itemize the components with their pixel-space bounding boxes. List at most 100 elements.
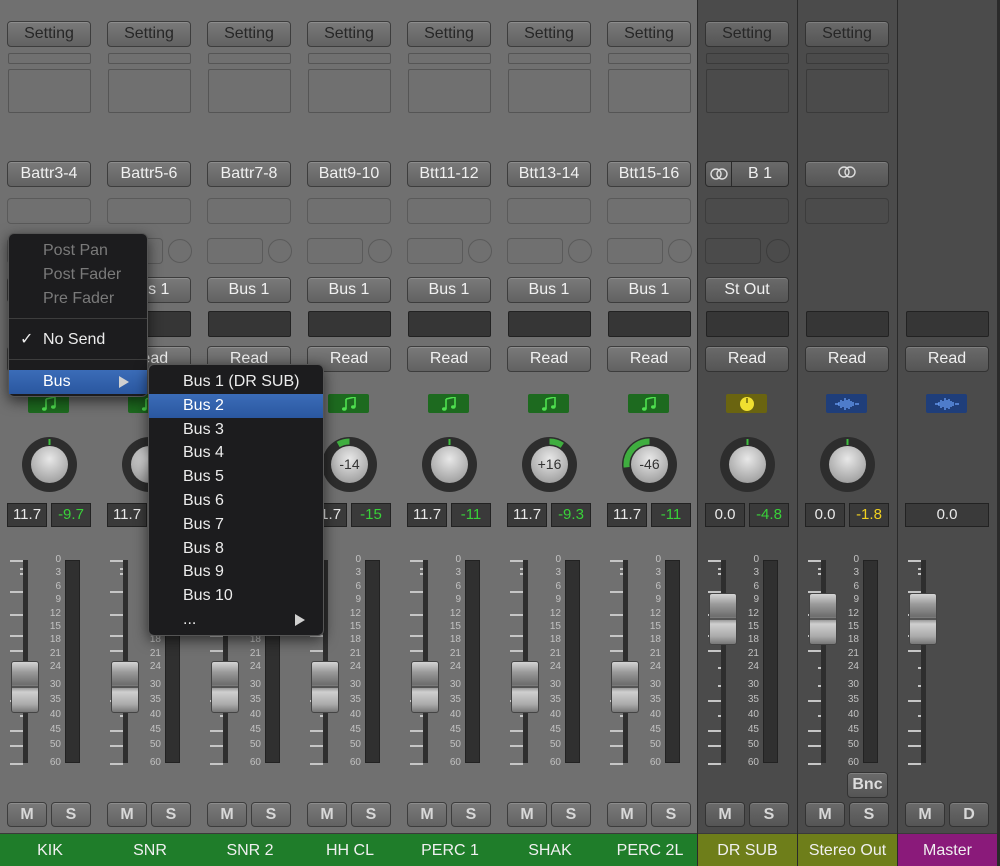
fader-track[interactable] xyxy=(921,560,926,763)
mute-button[interactable]: M xyxy=(107,802,147,827)
track-name[interactable]: SNR 2 xyxy=(200,834,300,866)
mute-button[interactable]: M xyxy=(705,802,745,827)
setting-button[interactable]: Setting xyxy=(107,21,191,47)
output-slot[interactable]: Bus 1 xyxy=(407,277,491,303)
eq-display[interactable] xyxy=(408,53,491,64)
eq-display[interactable] xyxy=(108,53,191,64)
group-slot[interactable] xyxy=(508,311,591,337)
music-note-icon[interactable] xyxy=(328,394,369,413)
track-name[interactable]: HH CL xyxy=(300,834,400,866)
volume-fader-handle[interactable] xyxy=(11,661,39,713)
pan-knob[interactable] xyxy=(820,437,875,492)
pan-knob[interactable]: -46 xyxy=(622,437,677,492)
waveform-icon[interactable] xyxy=(926,394,967,413)
group-slot[interactable] xyxy=(308,311,391,337)
track-name[interactable]: KIK xyxy=(0,834,100,866)
send-level-knob[interactable] xyxy=(168,239,192,263)
automation-mode-button[interactable]: Read xyxy=(407,346,491,372)
solo-button[interactable]: S xyxy=(451,802,491,827)
input-slot[interactable]: B 1 xyxy=(705,161,789,187)
mute-button[interactable]: M xyxy=(7,802,47,827)
volume-fader-handle[interactable] xyxy=(111,661,139,713)
volume-fader-handle[interactable] xyxy=(211,661,239,713)
mute-button[interactable]: M xyxy=(905,802,945,827)
menu-item-no-send[interactable]: ✓ No Send xyxy=(9,328,147,352)
solo-button[interactable]: S xyxy=(551,802,591,827)
input-slot[interactable]: Btt11-12 xyxy=(407,161,491,187)
solo-button[interactable]: S xyxy=(849,802,889,827)
eq-thumbnail[interactable] xyxy=(408,69,491,113)
send-level-knob[interactable] xyxy=(468,239,492,263)
mute-button[interactable]: M xyxy=(307,802,347,827)
solo-button[interactable]: S xyxy=(651,802,691,827)
mute-button[interactable]: M xyxy=(507,802,547,827)
fader-track[interactable] xyxy=(721,560,726,763)
dim-button[interactable]: D xyxy=(949,802,989,827)
eq-display[interactable] xyxy=(308,53,391,64)
group-slot[interactable] xyxy=(608,311,691,337)
setting-button[interactable]: Setting xyxy=(407,21,491,47)
bounce-button[interactable]: Bnc xyxy=(847,772,888,798)
automation-mode-button[interactable]: Read xyxy=(705,346,789,372)
volume-fader-handle[interactable] xyxy=(311,661,339,713)
eq-display[interactable] xyxy=(706,53,789,64)
send-level-knob[interactable] xyxy=(766,239,790,263)
pan-knob[interactable] xyxy=(22,437,77,492)
eq-thumbnail[interactable] xyxy=(706,69,789,113)
track-name[interactable]: Stereo Out xyxy=(798,834,897,866)
stereo-link-icon[interactable] xyxy=(706,162,732,186)
automation-mode-button[interactable]: Read xyxy=(607,346,691,372)
eq-display[interactable] xyxy=(806,53,889,64)
waveform-icon[interactable] xyxy=(826,394,867,413)
output-slot[interactable]: St Out xyxy=(705,277,789,303)
setting-button[interactable]: Setting xyxy=(805,21,889,47)
audio-fx-slot[interactable] xyxy=(107,198,191,224)
bus-menu-item[interactable]: Bus 5 xyxy=(149,465,323,489)
input-slot[interactable]: Btt15-16 xyxy=(607,161,691,187)
mute-button[interactable]: M xyxy=(207,802,247,827)
aux-knob-icon[interactable] xyxy=(726,394,767,413)
solo-button[interactable]: S xyxy=(749,802,789,827)
bus-menu-item[interactable]: Bus 8 xyxy=(149,537,323,561)
audio-fx-slot[interactable] xyxy=(507,198,591,224)
bus-menu-item[interactable]: Bus 6 xyxy=(149,489,323,513)
bus-menu-item[interactable]: Bus 7 xyxy=(149,513,323,537)
bus-menu-item[interactable]: Bus 3 xyxy=(149,418,323,442)
setting-button[interactable]: Setting xyxy=(7,21,91,47)
bus-menu-item[interactable]: Bus 9 xyxy=(149,560,323,584)
eq-thumbnail[interactable] xyxy=(108,69,191,113)
audio-fx-slot[interactable] xyxy=(607,198,691,224)
stereo-format-button[interactable] xyxy=(805,161,889,187)
track-name[interactable]: PERC 1 xyxy=(400,834,500,866)
output-slot[interactable]: Bus 1 xyxy=(507,277,591,303)
send-level-knob[interactable] xyxy=(368,239,392,263)
group-slot[interactable] xyxy=(906,311,989,337)
solo-button[interactable]: S xyxy=(351,802,391,827)
input-slot[interactable]: Battr3-4 xyxy=(7,161,91,187)
audio-fx-slot[interactable] xyxy=(307,198,391,224)
bus-menu-item[interactable]: Bus 2 xyxy=(149,393,323,418)
audio-fx-slot[interactable] xyxy=(207,198,291,224)
eq-display[interactable] xyxy=(608,53,691,64)
eq-thumbnail[interactable] xyxy=(608,69,691,113)
solo-button[interactable]: S xyxy=(251,802,291,827)
mute-button[interactable]: M xyxy=(607,802,647,827)
solo-button[interactable]: S xyxy=(51,802,91,827)
input-slot[interactable]: Btt13-14 xyxy=(507,161,591,187)
setting-button[interactable]: Setting xyxy=(705,21,789,47)
automation-mode-button[interactable]: Read xyxy=(805,346,889,372)
automation-mode-button[interactable]: Read xyxy=(905,346,989,372)
audio-fx-slot[interactable] xyxy=(7,198,91,224)
output-slot[interactable]: Bus 1 xyxy=(607,277,691,303)
group-slot[interactable] xyxy=(706,311,789,337)
output-slot[interactable]: Bus 1 xyxy=(307,277,391,303)
eq-thumbnail[interactable] xyxy=(8,69,91,113)
send-slot[interactable] xyxy=(207,238,263,264)
music-note-icon[interactable] xyxy=(528,394,569,413)
track-name[interactable]: Master xyxy=(898,834,997,866)
track-name[interactable]: PERC 2L xyxy=(600,834,700,866)
volume-fader-handle[interactable] xyxy=(611,661,639,713)
send-menu[interactable]: Post Pan Post Fader Pre Fader ✓ No Send … xyxy=(8,233,148,397)
eq-thumbnail[interactable] xyxy=(806,69,889,113)
send-level-knob[interactable] xyxy=(268,239,292,263)
